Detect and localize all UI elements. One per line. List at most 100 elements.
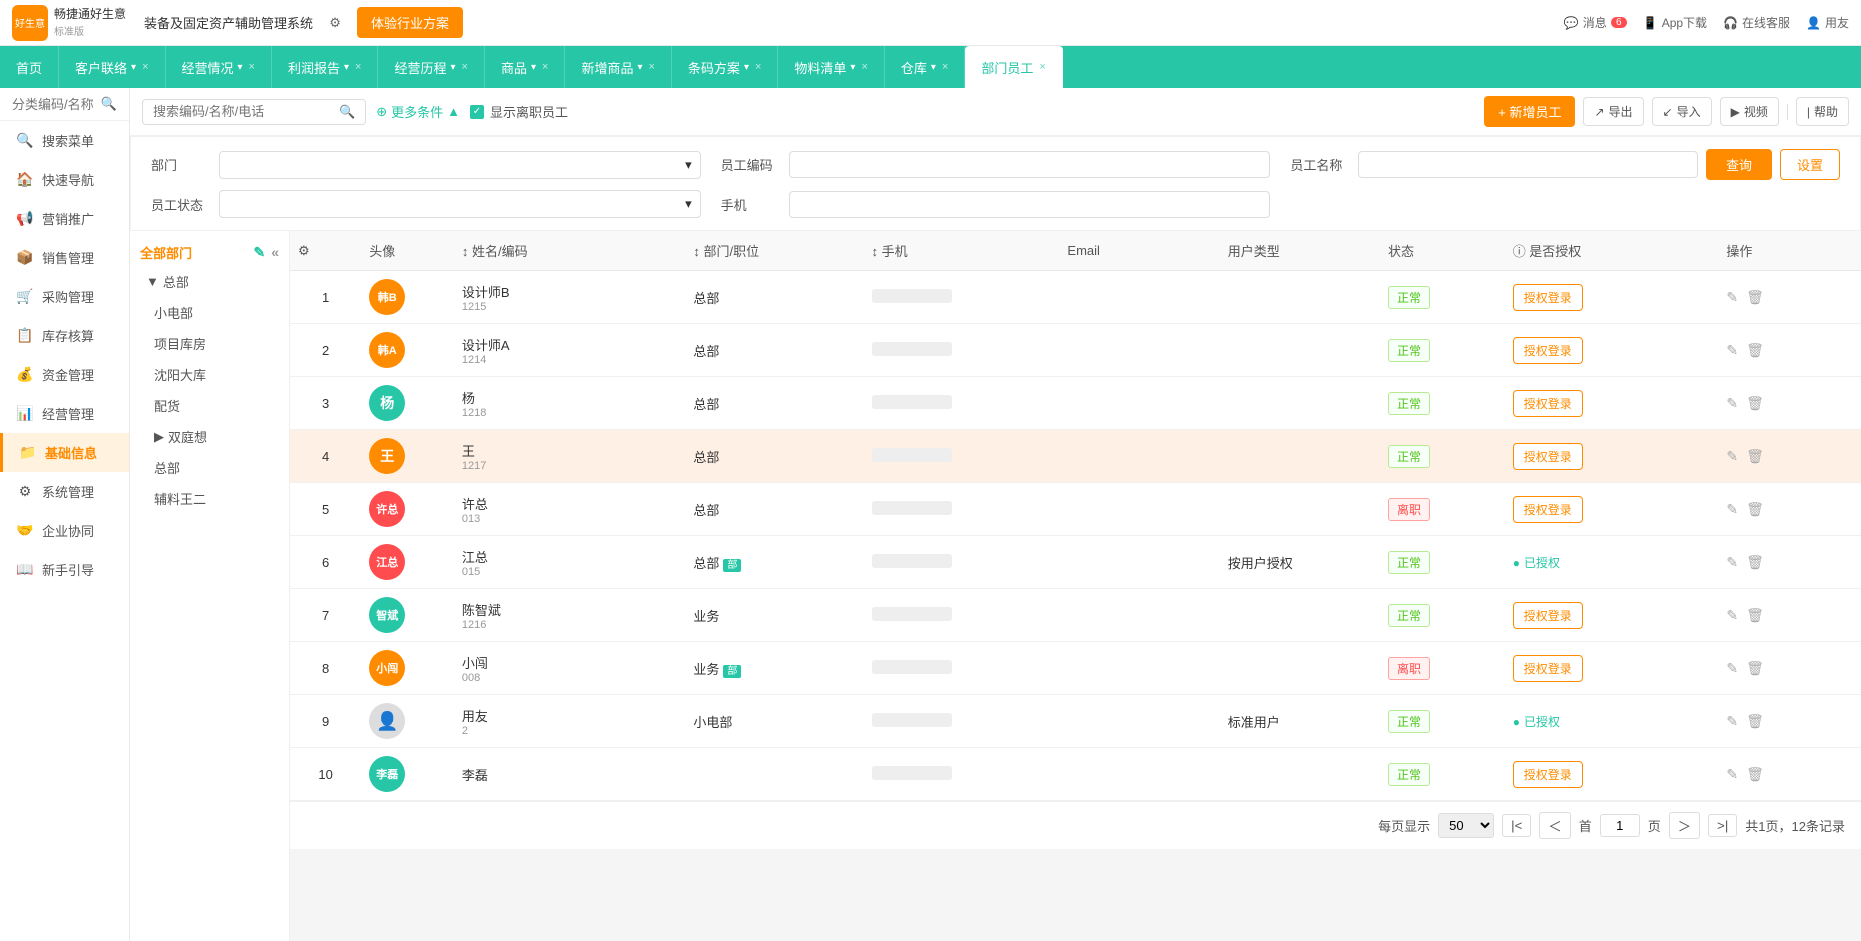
edit-icon[interactable]: ✎ [1726,342,1738,359]
delete-icon[interactable]: 🗑 [1746,501,1764,518]
more-filters-btn[interactable]: ⊕ 更多条件 ▲ [376,102,460,121]
delete-icon[interactable]: 🗑 [1746,554,1764,571]
col-header-name[interactable]: ↕ 姓名/编码 [454,231,686,271]
tab-goods[interactable]: 商品 ▾× [485,46,565,88]
sidebar-item-purchase[interactable]: 🛒 采购管理 [0,277,129,316]
dept-item-fuliaoer[interactable]: 辅料王二 [130,483,289,514]
edit-icon[interactable]: ✎ [1726,289,1738,306]
gear-icon[interactable]: ⚙ [321,9,349,37]
dept-item-peihuo[interactable]: 配货 [130,390,289,421]
auth-btn[interactable]: 授权登录 [1513,602,1583,629]
sidebar-item-basic-info[interactable]: 📁 基础信息 [0,433,129,472]
app-download-item[interactable]: 📱 App下载 [1643,14,1707,31]
sidebar-item-guide[interactable]: 📖 新手引导 [0,550,129,589]
sidebar-item-marketing[interactable]: 📢 营销推广 [0,199,129,238]
edit-icon[interactable]: ✎ [1726,607,1738,624]
help-button[interactable]: | 帮助 [1796,97,1849,126]
chevron-up-icon: ▲ [447,104,460,119]
phone-filter-input[interactable] [789,191,1271,218]
sidebar-item-inventory[interactable]: 📋 库存核算 [0,316,129,355]
dept-item-zongbu[interactable]: ▼ 总部 [130,266,289,297]
view-button[interactable]: ▶ 视频 [1720,97,1779,126]
delete-icon[interactable]: 🗑 [1746,395,1764,412]
next-page-btn[interactable]: ＞ [1669,812,1700,839]
empcode-filter-input[interactable] [789,151,1271,178]
tab-profit[interactable]: 利润报告 ▾× [272,46,378,88]
col-header-phone[interactable]: ↕ 手机 [864,231,1060,271]
edit-icon[interactable]: ✎ [1726,660,1738,677]
dept-item-zongbu2[interactable]: 总部 [130,452,289,483]
add-employee-button[interactable]: + 新增员工 [1484,96,1575,127]
per-page-select[interactable]: 50 20 100 [1438,813,1494,838]
dept-item-shuangting[interactable]: ▶ 双庭想 [130,421,289,452]
sidebar-item-quick-nav[interactable]: 🏠 快速导航 [0,160,129,199]
tab-customer[interactable]: 客户联络 ▾× [59,46,165,88]
row-name: 小闯008 [454,642,686,695]
edit-dept-icon[interactable]: ✎ [253,244,265,261]
sidebar-item-search[interactable]: 🔍 搜索菜单 [0,121,129,160]
delete-icon[interactable]: 🗑 [1746,660,1764,677]
message-item[interactable]: 💬 消息 6 [1564,14,1627,31]
delete-icon[interactable]: 🗑 [1746,289,1764,306]
last-page-btn[interactable]: >| [1708,814,1737,837]
search-input[interactable] [153,104,333,119]
delete-icon[interactable]: 🗑 [1746,607,1764,624]
query-button[interactable]: 查询 [1706,149,1772,180]
edit-icon[interactable]: ✎ [1726,501,1738,518]
auth-btn[interactable]: 授权登录 [1513,655,1583,682]
auth-btn[interactable]: 授权登录 [1513,443,1583,470]
auth-btn[interactable]: 授权登录 [1513,390,1583,417]
import-button[interactable]: ↙ 导入 [1652,97,1712,126]
sidebar-item-enterprise[interactable]: 🤝 企业协同 [0,511,129,550]
edit-icon[interactable]: ✎ [1726,395,1738,412]
page-input[interactable] [1600,814,1640,837]
dept-item-shenyang[interactable]: 沈阳大库 [130,359,289,390]
edit-icon[interactable]: ✎ [1726,448,1738,465]
dept-item-xiaodian[interactable]: 小电部 [130,297,289,328]
auth-btn[interactable]: 授权登录 [1513,761,1583,788]
export-button[interactable]: ↗ 导出 [1583,97,1643,126]
delete-icon[interactable]: 🗑 [1746,448,1764,465]
delete-icon[interactable]: 🗑 [1746,713,1764,730]
col-header-settings[interactable]: ⚙ [290,231,361,271]
row-usertype [1220,589,1380,642]
edit-icon[interactable]: ✎ [1726,713,1738,730]
tab-history[interactable]: 经营历程 ▾× [378,46,484,88]
dept-filter-select[interactable]: ▾ [219,151,701,179]
first-page-btn[interactable]: |< [1502,814,1531,837]
show-resigned-checkbox[interactable]: ✓ [470,105,484,119]
sidebar-search-input[interactable] [12,97,101,112]
prev-page-btn[interactable]: ＜ [1539,812,1570,839]
sidebar-item-system[interactable]: ⚙ 系统管理 [0,472,129,511]
set-button[interactable]: 设置 [1780,149,1840,180]
tab-bom[interactable]: 物料清单 ▾× [778,46,884,88]
tab-add-goods[interactable]: 新增商品 ▾× [565,46,671,88]
edit-icon[interactable]: ✎ [1726,766,1738,783]
user-item[interactable]: 👤 用友 [1806,14,1849,31]
trial-button[interactable]: 体验行业方案 [357,7,463,38]
import-icon: ↙ [1663,105,1673,119]
edit-icon[interactable]: ✎ [1726,554,1738,571]
dept-item-xiangmu[interactable]: 项目库房 [130,328,289,359]
auth-btn[interactable]: 授权登录 [1513,284,1583,311]
auth-btn[interactable]: 授权登录 [1513,496,1583,523]
status-filter-select[interactable]: ▾ [219,190,701,218]
tab-warehouse[interactable]: 仓库 ▾× [885,46,965,88]
empname-filter-input[interactable] [1358,151,1698,178]
delete-icon[interactable]: 🗑 [1746,342,1764,359]
tab-employees[interactable]: 部门员工 × [965,46,1062,88]
tab-home[interactable]: 首页 [0,46,59,88]
col-header-dept[interactable]: ↕ 部门/职位 [685,231,863,271]
online-service-item[interactable]: 🎧 在线客服 [1723,14,1790,31]
sidebar-item-operations[interactable]: 📊 经营管理 [0,394,129,433]
show-resigned-wrap[interactable]: ✓ 显示离职员工 [470,102,568,121]
row-usertype: 标准用户 [1220,695,1380,748]
tab-operations[interactable]: 经营情况 ▾× [166,46,272,88]
sidebar-item-sales[interactable]: 📦 销售管理 [0,238,129,277]
table-row: 10李磊李磊正常授权登录✎🗑 [290,748,1861,801]
collapse-dept-icon[interactable]: « [271,244,279,261]
delete-icon[interactable]: 🗑 [1746,766,1764,783]
sidebar-item-capital[interactable]: 💰 资金管理 [0,355,129,394]
auth-btn[interactable]: 授权登录 [1513,337,1583,364]
tab-barcode[interactable]: 条码方案 ▾× [672,46,778,88]
